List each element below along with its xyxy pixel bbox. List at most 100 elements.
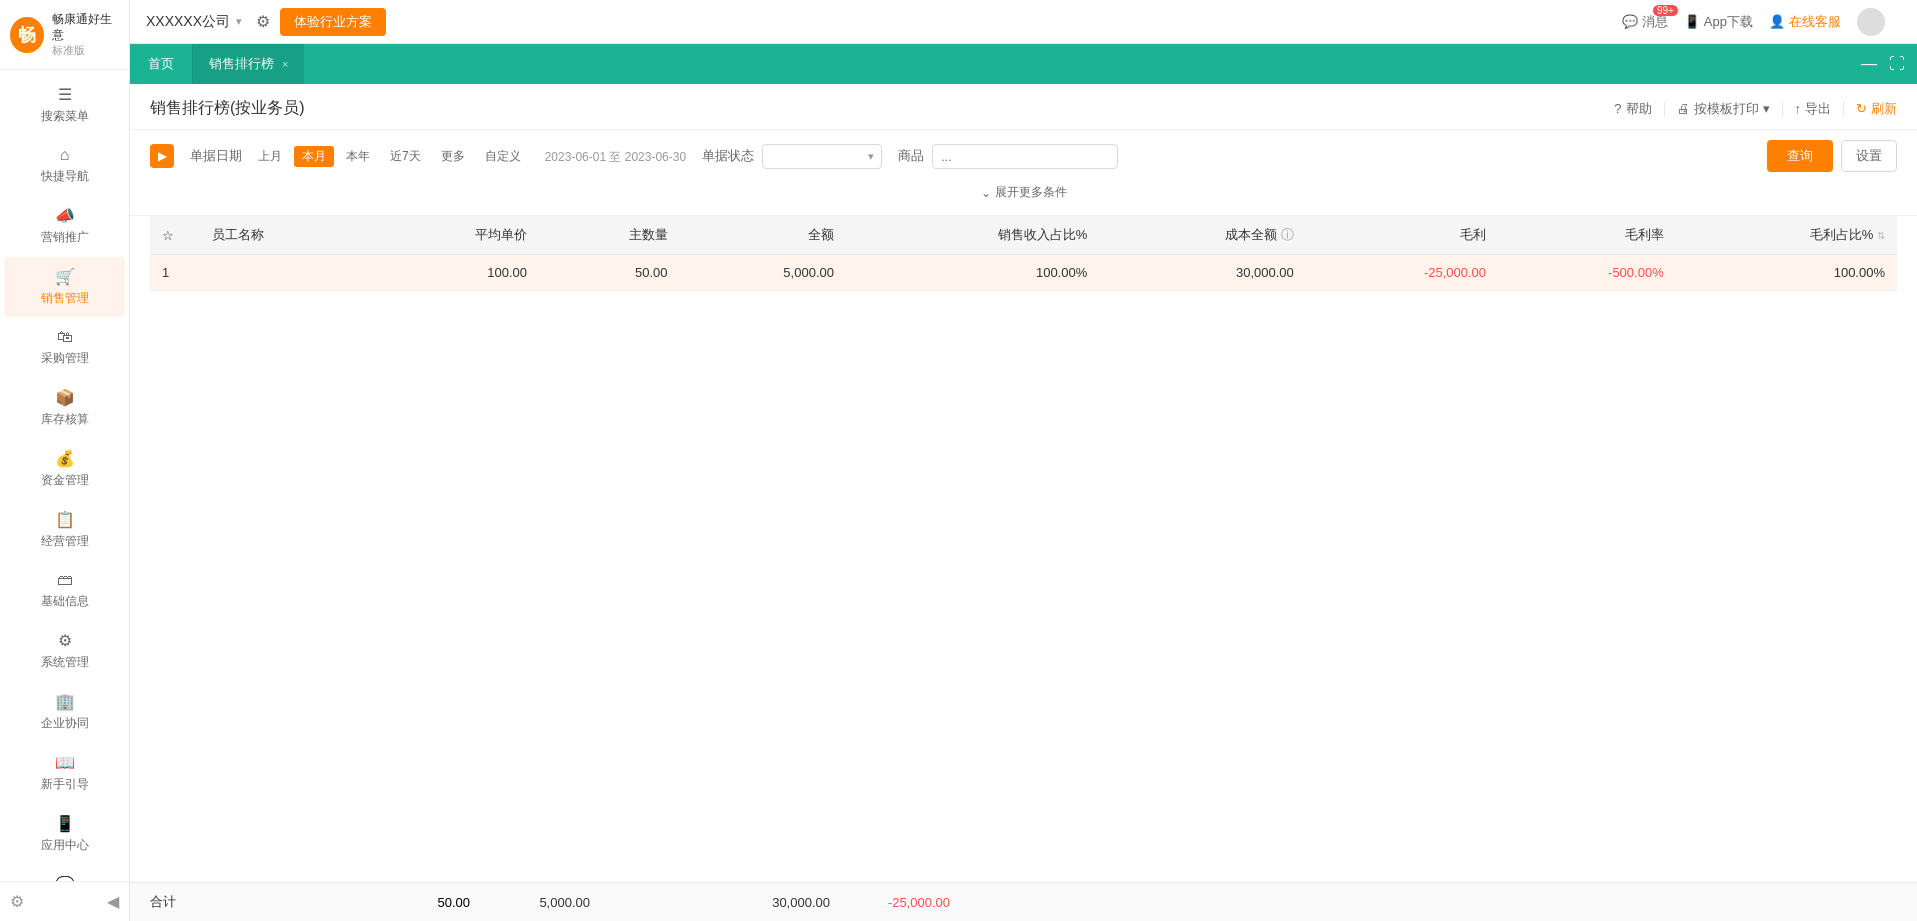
status-label: 单据状态 (702, 147, 754, 165)
avatar[interactable] (1857, 8, 1885, 36)
page-header: 销售排行榜(按业务员) ? 帮助 🖨 按模板打印 ▾ ↑ 导出 (130, 84, 1917, 130)
th-amount: 全额 (680, 216, 846, 255)
expand-more-bar[interactable]: ⌄ 展开更多条件 (150, 180, 1897, 205)
filter-bar: ▶ 单据日期 上月 本月 本年 近7天 更多 自定义 2023-06-01 至 (130, 130, 1917, 216)
operations-icon: 📋 (55, 510, 75, 529)
divider-2 (1782, 101, 1783, 117)
tab-maximize-icon[interactable]: ⛶ (1889, 55, 1905, 73)
footer-amount: 5,000.00 (490, 895, 590, 910)
search-btn[interactable]: 查询 (1767, 140, 1833, 172)
th-sales-ratio: 销售收入占比% (846, 216, 1099, 255)
settings-icon[interactable]: ⚙ (10, 892, 24, 911)
main-area: XXXXXX公司 ▾ ⚙ 体验行业方案 💬 消息 99+ 📱 App下载 👤 在… (130, 0, 1917, 921)
sidebar-item-marketing[interactable]: 📣 营销推广 (4, 196, 125, 256)
tab-minimize-icon[interactable]: — (1861, 55, 1877, 73)
page-actions: ? 帮助 🖨 按模板打印 ▾ ↑ 导出 ↻ 刷新 (1614, 100, 1897, 118)
tab-home[interactable]: 首页 (130, 44, 192, 84)
filter-toggle-btn[interactable]: ▶ (150, 144, 174, 168)
basics-icon: 🗃 (57, 571, 73, 589)
company-dropdown-icon: ▾ (236, 15, 242, 28)
marketing-icon: 📣 (55, 206, 75, 225)
system-icon: ⚙ (58, 631, 72, 650)
status-select[interactable] (762, 144, 882, 169)
message-btn[interactable]: 💬 消息 99+ (1622, 13, 1668, 31)
appstore-icon: 📱 (55, 814, 75, 833)
footer-qty: 50.00 (370, 895, 470, 910)
star-icon: ☆ (162, 228, 174, 243)
date-tab-lastmonth[interactable]: 上月 (250, 146, 290, 167)
help-btn[interactable]: ? 帮助 (1614, 100, 1651, 118)
divider-3 (1843, 101, 1844, 117)
company-selector[interactable]: XXXXXX公司 ▾ (146, 13, 242, 31)
refresh-icon: ↻ (1856, 101, 1867, 116)
filter-row-main: ▶ 单据日期 上月 本月 本年 近7天 更多 自定义 2023-06-01 至 (150, 140, 1897, 172)
sidebar-item-appstore[interactable]: 📱 应用中心 (4, 804, 125, 864)
table-container: ☆ 员工名称 平均单价 主数量 全额 销售收入占比% 成本全额 ⓘ 毛利 毛利率 (130, 216, 1917, 882)
collapse-icon[interactable]: ◀ (107, 892, 119, 911)
settings-gear-icon[interactable]: ⚙ (256, 12, 270, 31)
sidebar-bottom: ⚙ ◀ (0, 881, 129, 921)
sidebar-item-search[interactable]: ☰ 搜索菜单 (4, 75, 125, 135)
tab-right-actions: — ⛶ (1861, 44, 1917, 84)
service-icon: 👤 (1769, 14, 1785, 29)
app-download-btn[interactable]: 📱 App下载 (1684, 13, 1753, 31)
sidebar-logo: 畅 畅康通好生意 标准版 (0, 0, 129, 70)
inventory-icon: 📦 (55, 388, 75, 407)
sales-icon: 🛒 (55, 267, 75, 286)
finance-icon: 💰 (55, 449, 75, 468)
print-dropdown-icon: ▾ (1763, 101, 1770, 116)
date-tab-thismonth[interactable]: 本月 (294, 146, 334, 167)
cell-gross-rate: -500.00% (1498, 255, 1676, 291)
cell-rank: 1 (150, 255, 200, 291)
date-tabs: 上月 本月 本年 近7天 更多 自定义 (250, 146, 529, 167)
cell-gross-ratio: 100.00% (1676, 255, 1897, 291)
tabbar: 首页 销售排行榜 × — ⛶ (130, 44, 1917, 84)
date-tab-7days[interactable]: 近7天 (382, 146, 429, 167)
footer-gross: -25,000.00 (850, 895, 950, 910)
sort-icon[interactable]: ⇅ (1877, 230, 1885, 241)
refresh-btn[interactable]: ↻ 刷新 (1856, 100, 1897, 118)
table-header-row: ☆ 员工名称 平均单价 主数量 全额 销售收入占比% 成本全额 ⓘ 毛利 毛利率 (150, 216, 1897, 255)
date-tab-thisyear[interactable]: 本年 (338, 146, 378, 167)
sidebar-item-purchase[interactable]: 🛍 采购管理 (4, 318, 125, 377)
sidebar-item-system[interactable]: ⚙ 系统管理 (4, 621, 125, 681)
topbar: XXXXXX公司 ▾ ⚙ 体验行业方案 💬 消息 99+ 📱 App下载 👤 在… (130, 0, 1917, 44)
sidebar-item-inventory[interactable]: 📦 库存核算 (4, 378, 125, 438)
home-icon: ⌂ (60, 146, 70, 164)
tab-close-icon[interactable]: × (282, 58, 288, 70)
sidebar-item-basics[interactable]: 🗃 基础信息 (4, 561, 125, 620)
divider-1 (1664, 101, 1665, 117)
settings-btn[interactable]: 设置 (1841, 140, 1897, 172)
goods-filter-group: 商品 (898, 144, 1118, 169)
footer-label: 合计 (150, 893, 230, 911)
sidebar-item-operations[interactable]: 📋 经营管理 (4, 500, 125, 560)
sidebar-item-wechat[interactable]: 💬 企业微信 (4, 865, 125, 881)
topbar-right: 💬 消息 99+ 📱 App下载 👤 在线客服 (1622, 8, 1901, 36)
logo-text: 畅康通好生意 标准版 (52, 12, 119, 57)
date-range-display: 2023-06-01 至 2023-06-30 (545, 147, 686, 166)
trial-btn[interactable]: 体验行业方案 (280, 8, 386, 36)
status-filter-group: 单据状态 (702, 144, 882, 169)
print-btn[interactable]: 🖨 按模板打印 ▾ (1677, 100, 1770, 118)
cell-gross: -25,000.00 (1306, 255, 1498, 291)
sidebar-item-quicknav[interactable]: ⌂ 快捷导航 (4, 136, 125, 195)
guide-icon: 📖 (55, 753, 75, 772)
date-tab-custom[interactable]: 自定义 (477, 146, 529, 167)
purchase-icon: 🛍 (57, 328, 73, 346)
export-icon: ↑ (1795, 101, 1802, 116)
cell-name (200, 255, 370, 291)
sidebar-item-sales[interactable]: 🛒 销售管理 (4, 257, 125, 317)
sidebar-item-finance[interactable]: 💰 资金管理 (4, 439, 125, 499)
date-label: 单据日期 (190, 147, 242, 165)
export-btn[interactable]: ↑ 导出 (1795, 100, 1832, 118)
online-service-btn[interactable]: 👤 在线客服 (1769, 13, 1841, 31)
help-icon: ? (1614, 101, 1621, 116)
message-badge: 99+ (1653, 5, 1678, 16)
sidebar: 畅 畅康通好生意 标准版 ☰ 搜索菜单 ⌂ 快捷导航 📣 营销推广 🛒 销售管理… (0, 0, 130, 921)
tab-sales-ranking[interactable]: 销售排行榜 × (192, 44, 304, 84)
goods-input[interactable] (932, 144, 1118, 169)
cost-help-icon: ⓘ (1281, 227, 1294, 242)
date-tab-more[interactable]: 更多 (433, 146, 473, 167)
sidebar-item-guide[interactable]: 📖 新手引导 (4, 743, 125, 803)
sidebar-item-enterprise[interactable]: 🏢 企业协同 (4, 682, 125, 742)
